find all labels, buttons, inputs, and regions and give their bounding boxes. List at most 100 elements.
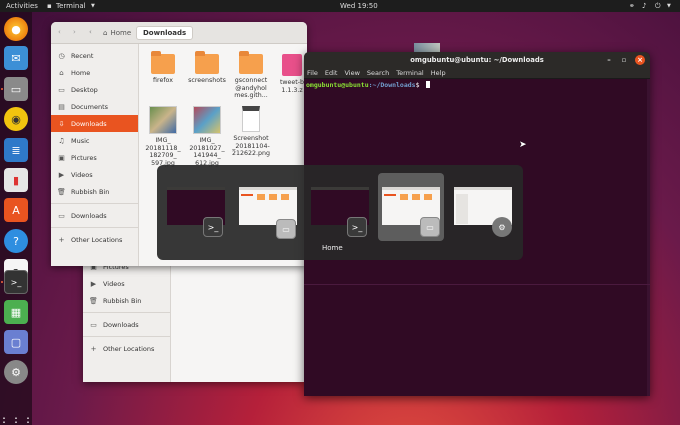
switcher-item-files[interactable]: ▭: [235, 173, 301, 241]
thunderbird-icon[interactable]: ✉: [4, 46, 28, 70]
menu-view[interactable]: View: [344, 69, 359, 77]
files-icon[interactable]: ▭: [4, 77, 28, 101]
videos-icon: ▶: [58, 170, 65, 179]
file-name: tweet-b 1.1.3.z: [279, 79, 305, 94]
sidebar-item-label: Home: [71, 68, 91, 77]
show-applications-icon[interactable]: ⋮⋮⋮: [0, 410, 34, 425]
folder-icon: ▭: [90, 320, 97, 329]
back-sidebar-item-other[interactable]: + Other Locations: [83, 340, 170, 357]
activities-button[interactable]: Activities: [6, 2, 38, 10]
back-sidebar-item-videos[interactable]: ▶ Videos: [83, 275, 170, 292]
files-icon: ▭: [276, 219, 296, 239]
volume-icon[interactable]: ♪: [642, 2, 646, 10]
terminal-prompt-line[interactable]: omgubuntu@ubuntu:~/Downloads$: [304, 79, 650, 89]
videos-icon: ▶: [90, 279, 97, 288]
back-sidebar-item-rubbish[interactable]: 🗑 Rubbish Bin: [83, 292, 170, 309]
settings-icon[interactable]: ⚙: [4, 360, 28, 384]
sidebar-item-label: Downloads: [103, 320, 139, 329]
preview-folder: [257, 194, 265, 200]
preview-folder: [412, 194, 420, 200]
window-switcher: >_ ▭ >_ Home ▭ ⚙: [157, 165, 523, 260]
software-icon[interactable]: A: [4, 198, 28, 222]
power-icon[interactable]: ⏻: [655, 2, 661, 11]
sidebar-item-other-locations[interactable]: + Other Locations: [51, 231, 138, 248]
terminal-icon[interactable]: >_: [4, 270, 28, 294]
sidebar-item-label: Downloads: [71, 211, 107, 220]
menu-help[interactable]: Help: [431, 69, 446, 77]
image-thumbnail: [193, 106, 221, 134]
file-item-img-2[interactable]: IMG_ 20181027_ 141944_ 612.jpg: [184, 106, 230, 167]
clock[interactable]: Wed 19:50: [340, 2, 378, 10]
sidebar-item-downloads[interactable]: ⇩ Downloads: [51, 115, 138, 132]
help-icon[interactable]: ?: [4, 229, 28, 253]
file-name: IMG_ 20181118_ 182709_ 597.jpg: [145, 137, 181, 167]
terminal-title: omgubuntu@ubuntu: ~/Downloads: [410, 56, 544, 64]
settings-icon: ⚙: [492, 217, 512, 237]
prompt-symbol: $: [415, 81, 420, 89]
sidebar-item-home[interactable]: ⌂ Home: [51, 64, 138, 81]
menu-edit[interactable]: Edit: [325, 69, 338, 77]
close-icon[interactable]: ×: [635, 55, 645, 65]
menu-file[interactable]: File: [307, 69, 318, 77]
chevron-down-icon: ▼: [91, 3, 95, 9]
breadcrumb-home[interactable]: ⌂ Home: [98, 26, 136, 40]
sidebar-item-music[interactable]: ♫ Music: [51, 132, 138, 149]
sidebar-item-label: Documents: [71, 102, 109, 111]
path-left-icon[interactable]: ‹: [89, 28, 92, 36]
writer-icon[interactable]: ≣: [4, 138, 28, 162]
network-icon[interactable]: ⚭: [629, 2, 635, 10]
system-menu-chevron-icon[interactable]: ▼: [667, 3, 671, 9]
terminal-icon: >_: [203, 217, 223, 237]
sidebar-item-recent[interactable]: ◷ Recent: [51, 47, 138, 64]
forward-arrow-icon[interactable]: ›: [73, 28, 76, 36]
switcher-item-terminal-2[interactable]: >_: [307, 173, 373, 241]
minimize-icon[interactable]: –: [604, 55, 614, 65]
dock: ● ✉ ▭ ◉ ≣ ▮ A ? a >_ ▦ ▢ ⚙ ⋮⋮⋮: [0, 12, 34, 425]
folder-icon: [195, 51, 219, 74]
file-item-tweet-archive[interactable]: tweet-b 1.1.3.z: [272, 54, 307, 94]
clock-icon: ◷: [58, 51, 65, 60]
file-item-screenshot-png[interactable]: Screenshot _20181104- 212622.png: [228, 106, 274, 158]
file-name: gsconnect @andyhol mes.gith...: [234, 77, 268, 99]
divider: [51, 203, 138, 204]
switcher-label: Home: [322, 244, 343, 252]
back-sidebar-item-downloads[interactable]: ▭ Downloads: [83, 316, 170, 333]
impress-icon[interactable]: ▮: [4, 168, 28, 192]
menu-terminal[interactable]: Terminal: [396, 69, 423, 77]
terminal-scrollbar[interactable]: [647, 79, 650, 396]
breadcrumb-current[interactable]: Downloads: [136, 26, 194, 40]
file-item-gsconnect[interactable]: gsconnect @andyhol mes.gith...: [228, 51, 274, 100]
file-name: IMG_ 20181027_ 141944_ 612.jpg: [189, 137, 225, 167]
plus-icon: +: [58, 235, 65, 244]
terminal-icon: >_: [347, 217, 367, 237]
file-item-firefox[interactable]: firefox: [140, 51, 186, 85]
sidebar-item-desktop[interactable]: ▭ Desktop: [51, 81, 138, 98]
screenshot-icon[interactable]: ▢: [4, 330, 28, 354]
sidebar-item-videos[interactable]: ▶ Videos: [51, 166, 138, 183]
maximize-icon[interactable]: ▫: [619, 55, 629, 65]
back-arrow-icon[interactable]: ‹: [58, 28, 61, 36]
rhythmbox-icon[interactable]: ◉: [4, 107, 28, 131]
system-monitor-icon[interactable]: ▦: [4, 300, 28, 324]
sidebar-item-downloads-bookmark[interactable]: ▭ Downloads: [51, 207, 138, 224]
sidebar-item-label: Desktop: [71, 85, 98, 94]
divider: [83, 336, 170, 337]
sidebar-item-pictures[interactable]: ▣ Pictures: [51, 149, 138, 166]
file-name: screenshots: [188, 77, 226, 84]
app-menu[interactable]: Terminal: [56, 2, 86, 10]
switcher-item-files-selected[interactable]: ▭: [378, 173, 444, 241]
terminal-titlebar[interactable]: omgubuntu@ubuntu: ~/Downloads – ▫ ×: [304, 52, 650, 68]
file-item-img-1[interactable]: IMG_ 20181118_ 182709_ 597.jpg: [140, 106, 186, 167]
sidebar-item-documents[interactable]: ▤ Documents: [51, 98, 138, 115]
switcher-item-settings[interactable]: ⚙: [450, 173, 516, 241]
menu-search[interactable]: Search: [367, 69, 389, 77]
divider: [83, 312, 170, 313]
files-sidebar: ◷ Recent ⌂ Home ▭ Desktop ▤ Documents ⇩ Downl…: [51, 44, 139, 266]
sidebar-item-label: Recent: [71, 51, 94, 60]
sidebar-item-rubbish[interactable]: 🗑 Rubbish Bin: [51, 183, 138, 200]
file-item-screenshots[interactable]: screenshots: [184, 51, 230, 85]
sidebar-item-label: Videos: [71, 170, 93, 179]
prompt-path: :~/Downloads: [368, 81, 416, 89]
switcher-item-terminal[interactable]: >_: [163, 173, 229, 241]
firefox-icon[interactable]: ●: [4, 17, 28, 41]
